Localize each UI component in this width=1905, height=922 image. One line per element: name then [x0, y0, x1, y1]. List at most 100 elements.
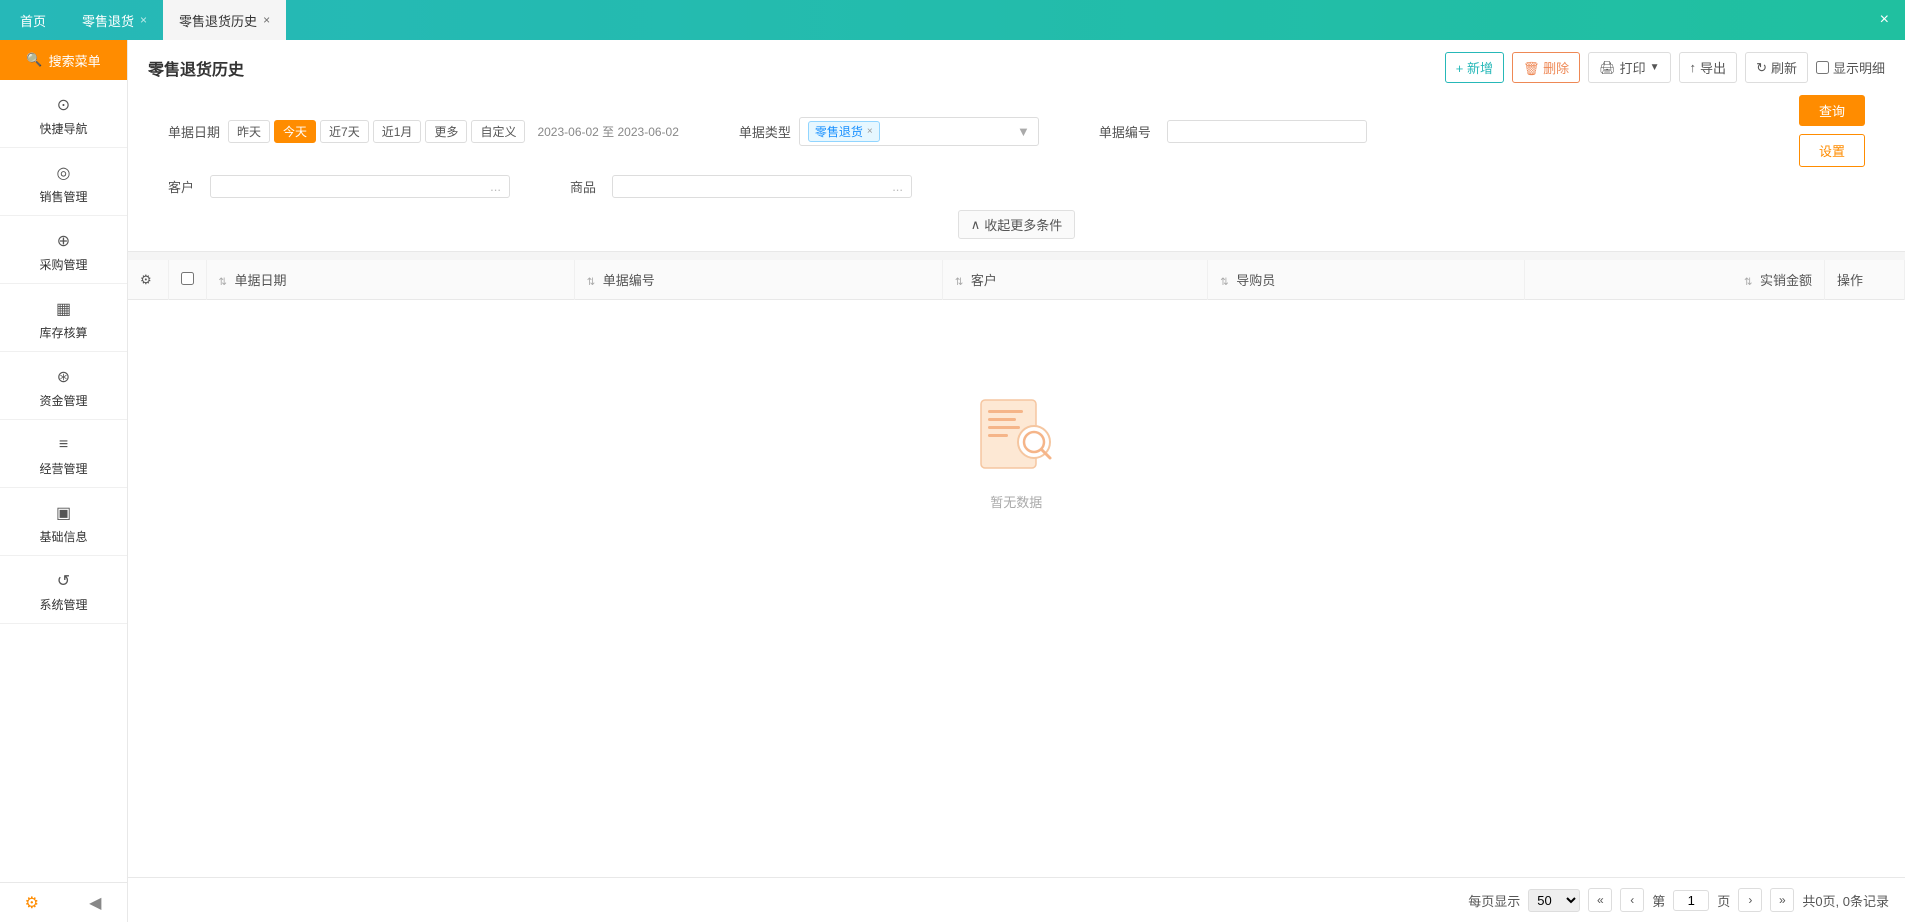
window-close-button[interactable]: × — [1880, 11, 1889, 29]
type-filter: 单据类型 零售退货 × ▼ — [739, 117, 1039, 146]
tab-close-retail-return[interactable]: × — [140, 13, 147, 27]
sidebar-item-label: 快捷导航 — [39, 120, 87, 137]
tab-retail-return[interactable]: 零售退货 × — [66, 0, 163, 40]
table-header: ⚙ ⇅ 单据日期 ⇅ 单据编号 — [128, 260, 1905, 300]
top-bar: 首页 零售退货 × 零售退货历史 × × — [0, 0, 1905, 40]
customer-sort-icon: ⇅ — [955, 277, 963, 288]
action-buttons: 查询 设置 — [1799, 95, 1865, 167]
guide-sort-icon: ⇅ — [1220, 277, 1228, 288]
sidebar-item-inventory[interactable]: ▦ 库存核算 — [0, 284, 127, 352]
tab-close-history[interactable]: × — [263, 13, 270, 27]
sound-button[interactable]: ◀ — [64, 883, 128, 922]
inventory-icon: ▦ — [53, 298, 75, 320]
sidebar-search[interactable]: 🔍 搜索菜单 — [0, 40, 127, 80]
sidebar-item-sales[interactable]: ◎ 销售管理 — [0, 148, 127, 216]
type-select[interactable]: 零售退货 × ▼ — [799, 117, 1039, 146]
th-guide[interactable]: ⇅ 导购员 — [1208, 260, 1525, 300]
type-input[interactable] — [886, 124, 1011, 139]
goods-input[interactable] — [621, 179, 892, 194]
sidebar-item-label: 销售管理 — [39, 188, 87, 205]
th-date[interactable]: ⇅ 单据日期 — [206, 260, 574, 300]
content-area: 零售退货历史 + 新增 🗑 删除 🖨 打印 ▼ ↑ 导出 — [128, 40, 1905, 922]
page-title: 零售退货历史 — [148, 56, 244, 80]
print-icon: 🖨 — [1599, 60, 1616, 76]
th-checkbox[interactable] — [168, 260, 206, 300]
export-icon: ↑ — [1690, 60, 1697, 75]
sidebar-bottom: ⚙ ◀ — [0, 882, 127, 922]
type-dropdown-icon: ▼ — [1017, 124, 1030, 139]
sales-icon: ◎ — [53, 162, 75, 184]
sidebar-item-operations[interactable]: ≡ 经营管理 — [0, 420, 127, 488]
page-next-button[interactable]: › — [1738, 888, 1762, 912]
page-first-button[interactable]: « — [1588, 888, 1612, 912]
display-detail-check[interactable]: 显示明细 — [1816, 58, 1885, 77]
print-button[interactable]: 🖨 打印 ▼ — [1588, 52, 1670, 83]
sidebar-item-system[interactable]: ↺ 系统管理 — [0, 556, 127, 624]
type-tag-close[interactable]: × — [867, 126, 873, 137]
sidebar-item-basic-info[interactable]: ▣ 基础信息 — [0, 488, 127, 556]
goods-ellipsis: ... — [892, 179, 903, 194]
page-prev-button[interactable]: ‹ — [1620, 888, 1644, 912]
type-label: 单据类型 — [739, 122, 791, 141]
page-summary: 共0页, 0条记录 — [1802, 891, 1889, 910]
sidebar-item-label: 经营管理 — [39, 460, 87, 477]
sidebar-item-purchase[interactable]: ⊕ 采购管理 — [0, 216, 127, 284]
th-docno[interactable]: ⇅ 单据编号 — [574, 260, 942, 300]
th-customer[interactable]: ⇅ 客户 — [942, 260, 1207, 300]
quicknav-icon: ⊙ — [53, 94, 75, 116]
amount-sort-icon: ⇅ — [1744, 277, 1752, 288]
tab-retail-return-history[interactable]: 零售退货历史 × — [163, 0, 286, 40]
display-detail-checkbox[interactable] — [1816, 61, 1829, 74]
sidebar-item-finance[interactable]: ⊛ 资金管理 — [0, 352, 127, 420]
page-input-suffix: 页 — [1717, 891, 1730, 910]
page-last-button[interactable]: » — [1770, 888, 1794, 912]
customer-ellipsis: ... — [490, 179, 501, 194]
page-size-select[interactable]: 10 20 50 100 — [1528, 889, 1580, 912]
goods-field[interactable]: ... — [612, 175, 912, 198]
docnum-input[interactable] — [1176, 124, 1358, 139]
date-buttons: 昨天 今天 近7天 近1月 更多 自定义 — [228, 120, 525, 143]
empty-state: 暂无数据 — [128, 300, 1905, 591]
table-container: ⚙ ⇅ 单据日期 ⇅ 单据编号 — [128, 260, 1905, 877]
th-amount[interactable]: ⇅ 实销金额 — [1525, 260, 1825, 300]
page-size-label: 每页显示 — [1468, 891, 1520, 910]
tab-home[interactable]: 首页 — [0, 0, 66, 40]
empty-icon — [966, 380, 1066, 480]
tab-list: 首页 零售退货 × 零售退货历史 × — [0, 0, 1880, 40]
search-icon: 🔍 — [26, 52, 42, 68]
docnum-filter: 单据编号 — [1099, 120, 1367, 143]
gear-button[interactable]: ⚙ — [0, 883, 64, 922]
empty-row: 暂无数据 — [128, 300, 1905, 592]
settings-button[interactable]: 设置 — [1799, 134, 1865, 167]
page-number-input[interactable] — [1673, 890, 1709, 911]
sidebar-item-label: 系统管理 — [39, 596, 87, 613]
date-btn-1month[interactable]: 近1月 — [373, 120, 422, 143]
th-settings[interactable]: ⚙ — [128, 260, 168, 300]
sidebar-item-label: 库存核算 — [39, 324, 87, 341]
operations-icon: ≡ — [53, 434, 75, 456]
refresh-button[interactable]: ↻ 刷新 — [1745, 52, 1808, 83]
date-btn-yesterday[interactable]: 昨天 — [228, 120, 270, 143]
new-button[interactable]: + 新增 — [1445, 52, 1504, 83]
customer-filter: 客户 ... — [168, 175, 510, 198]
sidebar-item-quicknav[interactable]: ⊙ 快捷导航 — [0, 80, 127, 148]
th-actions: 操作 — [1825, 260, 1905, 300]
query-button[interactable]: 查询 — [1799, 95, 1865, 126]
system-icon: ↺ — [53, 570, 75, 592]
page-title-row: 零售退货历史 + 新增 🗑 删除 🖨 打印 ▼ ↑ 导出 — [148, 52, 1885, 83]
date-btn-custom[interactable]: 自定义 — [471, 120, 525, 143]
search-label: 搜索菜单 — [49, 51, 101, 70]
select-all-checkbox[interactable] — [181, 272, 194, 285]
date-btn-7days[interactable]: 近7天 — [320, 120, 369, 143]
delete-button[interactable]: 🗑 删除 — [1512, 52, 1580, 83]
date-label: 单据日期 — [168, 122, 220, 141]
customer-field[interactable]: ... — [210, 175, 510, 198]
docnum-field[interactable] — [1167, 120, 1367, 143]
date-btn-more[interactable]: 更多 — [425, 120, 467, 143]
customer-input[interactable] — [219, 179, 490, 194]
collapse-button[interactable]: ∧ 收起更多条件 — [958, 210, 1076, 239]
data-table: ⚙ ⇅ 单据日期 ⇅ 单据编号 — [128, 260, 1905, 591]
date-btn-today[interactable]: 今天 — [274, 120, 316, 143]
date-filter: 单据日期 昨天 今天 近7天 近1月 更多 自定义 2023-06-02 至 2… — [168, 120, 679, 143]
export-button[interactable]: ↑ 导出 — [1679, 52, 1738, 83]
